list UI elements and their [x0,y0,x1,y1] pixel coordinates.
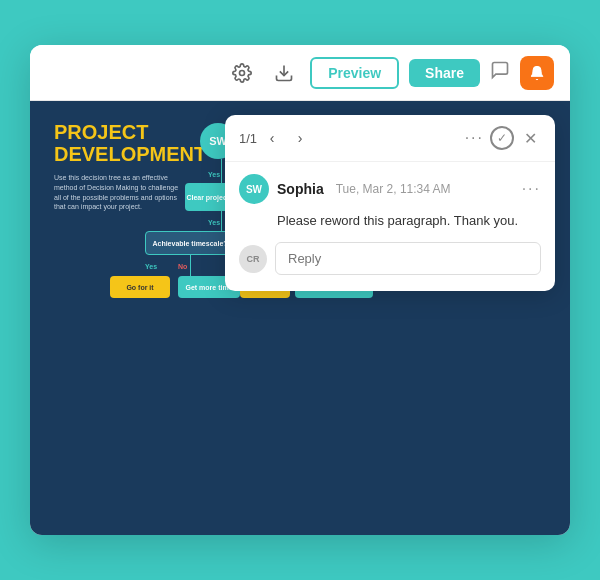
preview-button[interactable]: Preview [310,57,399,89]
settings-icon[interactable] [226,57,258,89]
popup-header: 1/1 ‹ › ··· ✓ ✕ [225,115,555,162]
comment-avatar: SW [239,174,269,204]
browser-window: Preview Share PROJECT DEVELOPMENT Use th… [30,45,570,535]
reply-avatar: CR [239,245,267,273]
popup-next-button[interactable]: › [287,125,313,151]
popup-actions: ··· ✓ ✕ [465,126,541,150]
svg-point-0 [240,70,245,75]
share-button[interactable]: Share [409,59,480,87]
comment-author-row: SW Sophia Tue, Mar 2, 11:34 AM ··· [239,174,541,204]
comment-time: Tue, Mar 2, 11:34 AM [336,182,451,196]
yes-label-3: Yes [208,219,220,226]
achievable-timescale-node: Achievable timescale? [145,231,235,255]
popup-more-dots[interactable]: ··· [465,129,484,147]
comment-more-dots[interactable]: ··· [522,180,541,198]
no-label-1: No [178,263,187,270]
bell-icon[interactable] [520,56,554,90]
popup-check-button[interactable]: ✓ [490,126,514,150]
slide-area: PROJECT DEVELOPMENT Use this decision tr… [30,101,570,535]
popup-close-button[interactable]: ✕ [520,127,541,150]
yes-label-4: Yes [145,263,157,270]
toolbar: Preview Share [30,45,570,101]
yes-label-1: Yes [208,171,220,178]
comment-text: Please reword this paragraph. Thank you. [239,212,541,230]
connector-line-3 [190,255,191,276]
reply-input[interactable] [275,242,541,275]
connector-line-1 [221,159,222,183]
comment-popup: 1/1 ‹ › ··· ✓ ✕ SW Sophia Tue, Mar 2, [225,115,555,291]
download-icon[interactable] [268,57,300,89]
go-for-it-node: Go for it [110,276,170,298]
comment-author-name: Sophia [277,181,324,197]
connector-line-2 [221,211,222,231]
chat-icon[interactable] [490,60,510,85]
slide-description: Use this decision tree as an effective m… [54,173,184,212]
slide-title: PROJECT DEVELOPMENT [54,121,214,165]
popup-prev-button[interactable]: ‹ [259,125,285,151]
popup-nav: 1/1 ‹ › [239,125,313,151]
comment-body: SW Sophia Tue, Mar 2, 11:34 AM ··· Pleas… [225,162,555,291]
popup-page: 1/1 [239,131,257,146]
reply-row: CR [239,242,541,279]
